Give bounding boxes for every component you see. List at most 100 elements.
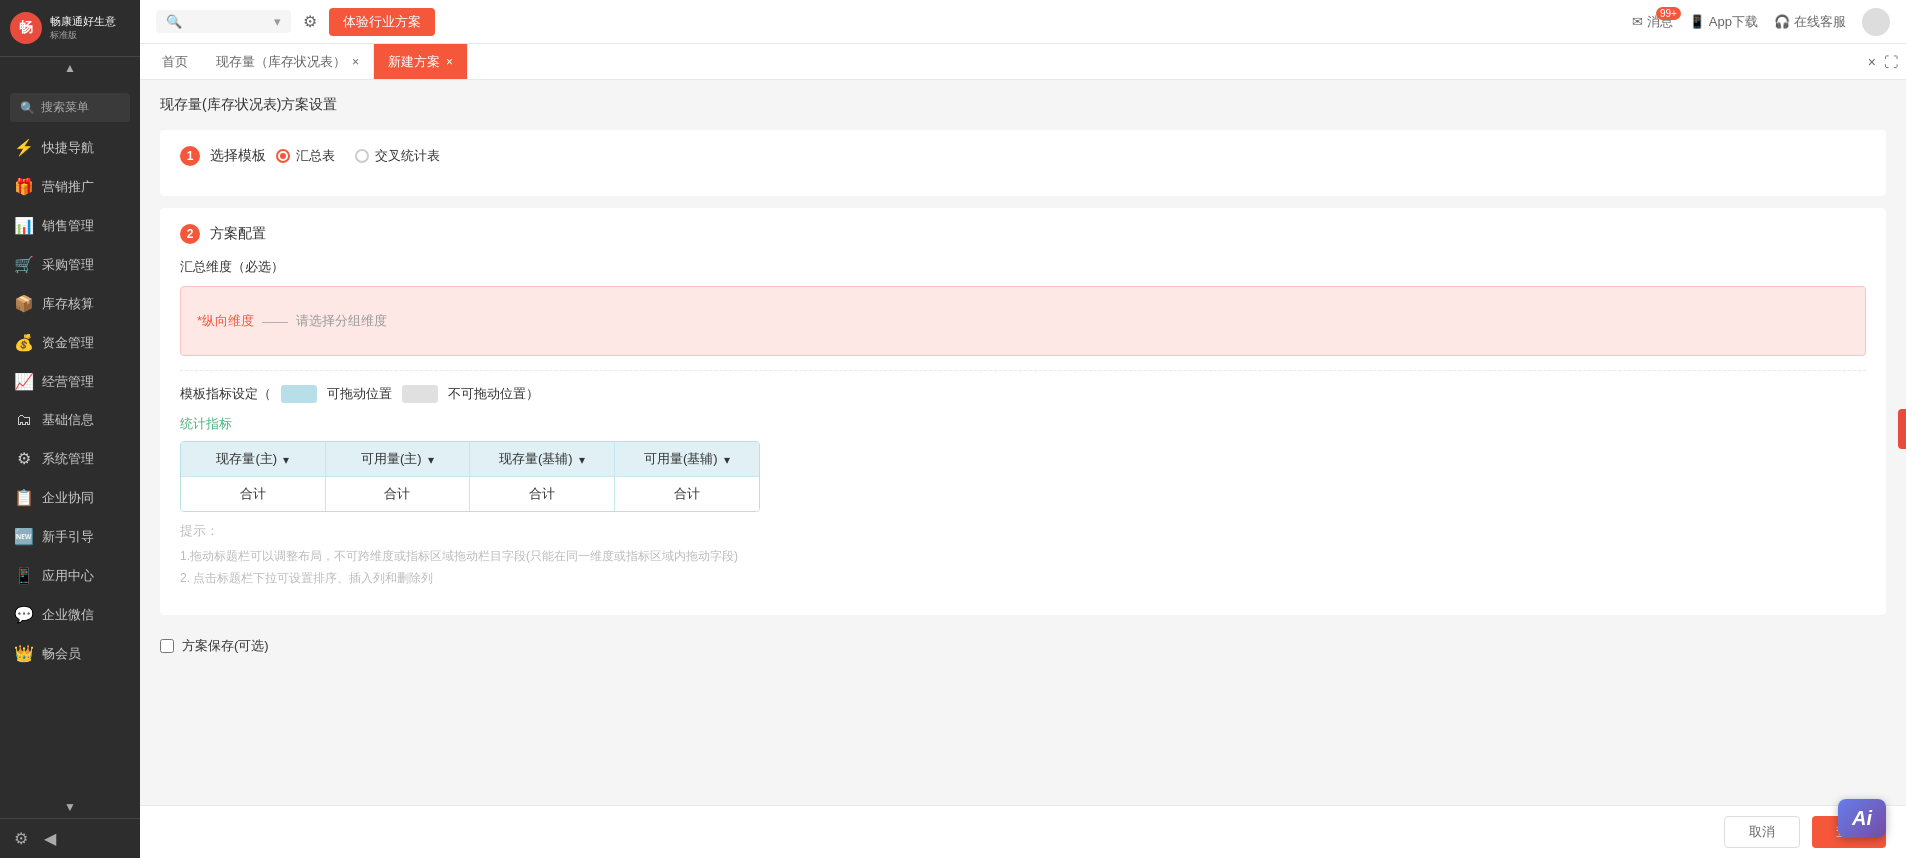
- topbar-search-input[interactable]: [188, 15, 268, 29]
- radio-summary[interactable]: 汇总表: [276, 147, 335, 165]
- topbar-right: ✉ 99+ 消息 📱 App下载 🎧 在线客服: [1632, 8, 1890, 36]
- tab-inventory-close[interactable]: ×: [352, 55, 359, 69]
- header-chevron-1[interactable]: [428, 452, 434, 467]
- sidebar-label-finance: 资金管理: [42, 334, 94, 352]
- indicator-settings-label: 模板指标设定（: [180, 385, 271, 403]
- body-cell-0-2: 合计: [470, 477, 615, 511]
- sidebar-item-basicinfo[interactable]: 🗂 基础信息: [0, 401, 140, 439]
- statistics-table: 现存量(主) 可用量(主) 现存量(基辅) 可用量(基辅): [180, 441, 760, 512]
- dimension-placeholder-text: 请选择分组维度: [296, 312, 387, 330]
- sidebar-item-vip[interactable]: 👑 畅会员: [0, 634, 140, 673]
- radio-summary-circle: [276, 149, 290, 163]
- sidebar-label-marketing: 营销推广: [42, 178, 94, 196]
- header-chevron-0[interactable]: [283, 452, 289, 467]
- step1-badge: 1: [180, 146, 200, 166]
- sidebar-item-finance[interactable]: 💰 资金管理: [0, 323, 140, 362]
- header-label-2: 现存量(基辅): [499, 450, 573, 468]
- sidebar-item-contract[interactable]: 📋 企业协同: [0, 478, 140, 517]
- sidebar-item-inventory[interactable]: 📦 库存核算: [0, 284, 140, 323]
- search-icon: 🔍: [20, 101, 35, 115]
- sidebar-item-sysmanage[interactable]: ⚙ 系统管理: [0, 439, 140, 478]
- header-label-1: 可用量(主): [361, 450, 422, 468]
- radio-cross-circle: [355, 149, 369, 163]
- header-cell-2[interactable]: 现存量(基辅): [470, 442, 615, 476]
- right-edge-handle[interactable]: [1898, 409, 1906, 449]
- sidebar-item-appcenter[interactable]: 📱 应用中心: [0, 556, 140, 595]
- sysmanage-icon: ⚙: [14, 449, 34, 468]
- tip-item-1: 2. 点击标题栏下拉可设置排序、插入列和删除列: [180, 568, 1866, 590]
- customer-service-link[interactable]: 🎧 在线客服: [1774, 13, 1846, 31]
- app-download-label: App下载: [1709, 13, 1758, 31]
- sidebar-label-purchase: 采购管理: [42, 256, 94, 274]
- save-label: 方案保存(可选): [182, 637, 269, 655]
- trial-button[interactable]: 体验行业方案: [329, 8, 435, 36]
- stat-section-label: 统计指标: [180, 415, 1866, 433]
- tab-inventory-label: 现存量（库存状况表）: [216, 53, 346, 71]
- body-cell-0-0: 合计: [181, 477, 326, 511]
- draggable-tag: [281, 385, 317, 403]
- dimension-area[interactable]: *纵向维度 —— 请选择分组维度: [180, 286, 1866, 356]
- undraggable-label: 不可拖动位置）: [448, 385, 539, 403]
- sidebar-item-operation[interactable]: 📈 经营管理: [0, 362, 140, 401]
- cancel-button[interactable]: 取消: [1724, 816, 1800, 848]
- app-edition: 标准版: [50, 29, 116, 42]
- tab-expand-button[interactable]: ⛶: [1884, 54, 1898, 70]
- step2-header: 2 方案配置: [180, 224, 1866, 244]
- sidebar-item-purchase[interactable]: 🛒 采购管理: [0, 245, 140, 284]
- sales-icon: 📊: [14, 216, 34, 235]
- purchase-icon: 🛒: [14, 255, 34, 274]
- collapse-icon[interactable]: ◀: [44, 829, 56, 848]
- sidebar-item-corpwechat[interactable]: 💬 企业微信: [0, 595, 140, 634]
- header-cell-3[interactable]: 可用量(基辅): [615, 442, 760, 476]
- body-cell-0-1: 合计: [326, 477, 471, 511]
- summary-dimension-label: 汇总维度（必选）: [180, 258, 1866, 276]
- ai-badge[interactable]: Ai: [1838, 799, 1886, 838]
- step1-section: 1 选择模板 汇总表 交叉统计表: [160, 130, 1886, 196]
- topbar-search-icon: 🔍: [166, 14, 182, 29]
- tab-home[interactable]: 首页: [148, 53, 202, 71]
- sidebar-item-newguide[interactable]: 🆕 新手引导: [0, 517, 140, 556]
- stat-table-header: 现存量(主) 可用量(主) 现存量(基辅) 可用量(基辅): [181, 442, 759, 476]
- header-label-3: 可用量(基辅): [644, 450, 718, 468]
- topbar-chevron-icon[interactable]: ▾: [274, 14, 281, 29]
- basicinfo-icon: 🗂: [14, 411, 34, 429]
- sidebar-scroll-down[interactable]: ▼: [0, 796, 140, 818]
- sidebar-label-sales: 销售管理: [42, 217, 94, 235]
- save-checkbox[interactable]: [160, 639, 174, 653]
- sidebar-label-appcenter: 应用中心: [42, 567, 94, 585]
- step2-title: 方案配置: [210, 225, 266, 243]
- tab-new-scheme[interactable]: 新建方案 ×: [374, 44, 468, 79]
- sidebar-scroll-up[interactable]: ▲: [0, 57, 140, 79]
- header-cell-0[interactable]: 现存量(主): [181, 442, 326, 476]
- customer-service-label: 在线客服: [1794, 13, 1846, 31]
- sidebar-item-marketing[interactable]: 🎁 营销推广: [0, 167, 140, 206]
- topbar: 🔍 ▾ ⚙ 体验行业方案 ✉ 99+ 消息 📱 App下载 🎧 在线客服: [140, 0, 1906, 44]
- tip-item-0: 1.拖动标题栏可以调整布局，不可跨维度或指标区域拖动栏目字段(只能在同一维度或指…: [180, 546, 1866, 568]
- settings-icon[interactable]: ⚙: [14, 829, 28, 848]
- messages-button[interactable]: ✉ 99+ 消息: [1632, 13, 1673, 31]
- step2-badge: 2: [180, 224, 200, 244]
- user-avatar[interactable]: [1862, 8, 1890, 36]
- sidebar-item-search[interactable]: 🔍 搜索菜单: [10, 93, 130, 122]
- logo-icon: 畅: [10, 12, 42, 44]
- operation-icon: 📈: [14, 372, 34, 391]
- tab-new-scheme-close[interactable]: ×: [446, 55, 453, 69]
- radio-cross[interactable]: 交叉统计表: [355, 147, 440, 165]
- header-chevron-3[interactable]: [724, 452, 730, 467]
- page-content: 现存量(库存状况表)方案设置 1 选择模板 汇总表 交叉统计表: [140, 80, 1906, 805]
- app-download-link[interactable]: 📱 App下载: [1689, 13, 1758, 31]
- dimension-line: ——: [262, 314, 288, 329]
- topbar-gear-icon[interactable]: ⚙: [303, 12, 317, 31]
- header-chevron-2[interactable]: [579, 452, 585, 467]
- sidebar-item-sales[interactable]: 📊 销售管理: [0, 206, 140, 245]
- topbar-search[interactable]: 🔍 ▾: [156, 10, 291, 33]
- indicator-settings-row: 模板指标设定（ 可拖动位置 不可拖动位置）: [180, 385, 1866, 403]
- main-area: 🔍 ▾ ⚙ 体验行业方案 ✉ 99+ 消息 📱 App下载 🎧 在线客服 首页: [140, 0, 1906, 858]
- sidebar-item-quicknav[interactable]: ⚡ 快捷导航: [0, 128, 140, 167]
- header-cell-1[interactable]: 可用量(主): [326, 442, 471, 476]
- divider1: [180, 370, 1866, 371]
- tab-close-all-button[interactable]: ×: [1868, 54, 1876, 70]
- tab-inventory[interactable]: 现存量（库存状况表） ×: [202, 44, 374, 79]
- sidebar-footer: ⚙ ◀: [0, 818, 140, 858]
- vip-icon: 👑: [14, 644, 34, 663]
